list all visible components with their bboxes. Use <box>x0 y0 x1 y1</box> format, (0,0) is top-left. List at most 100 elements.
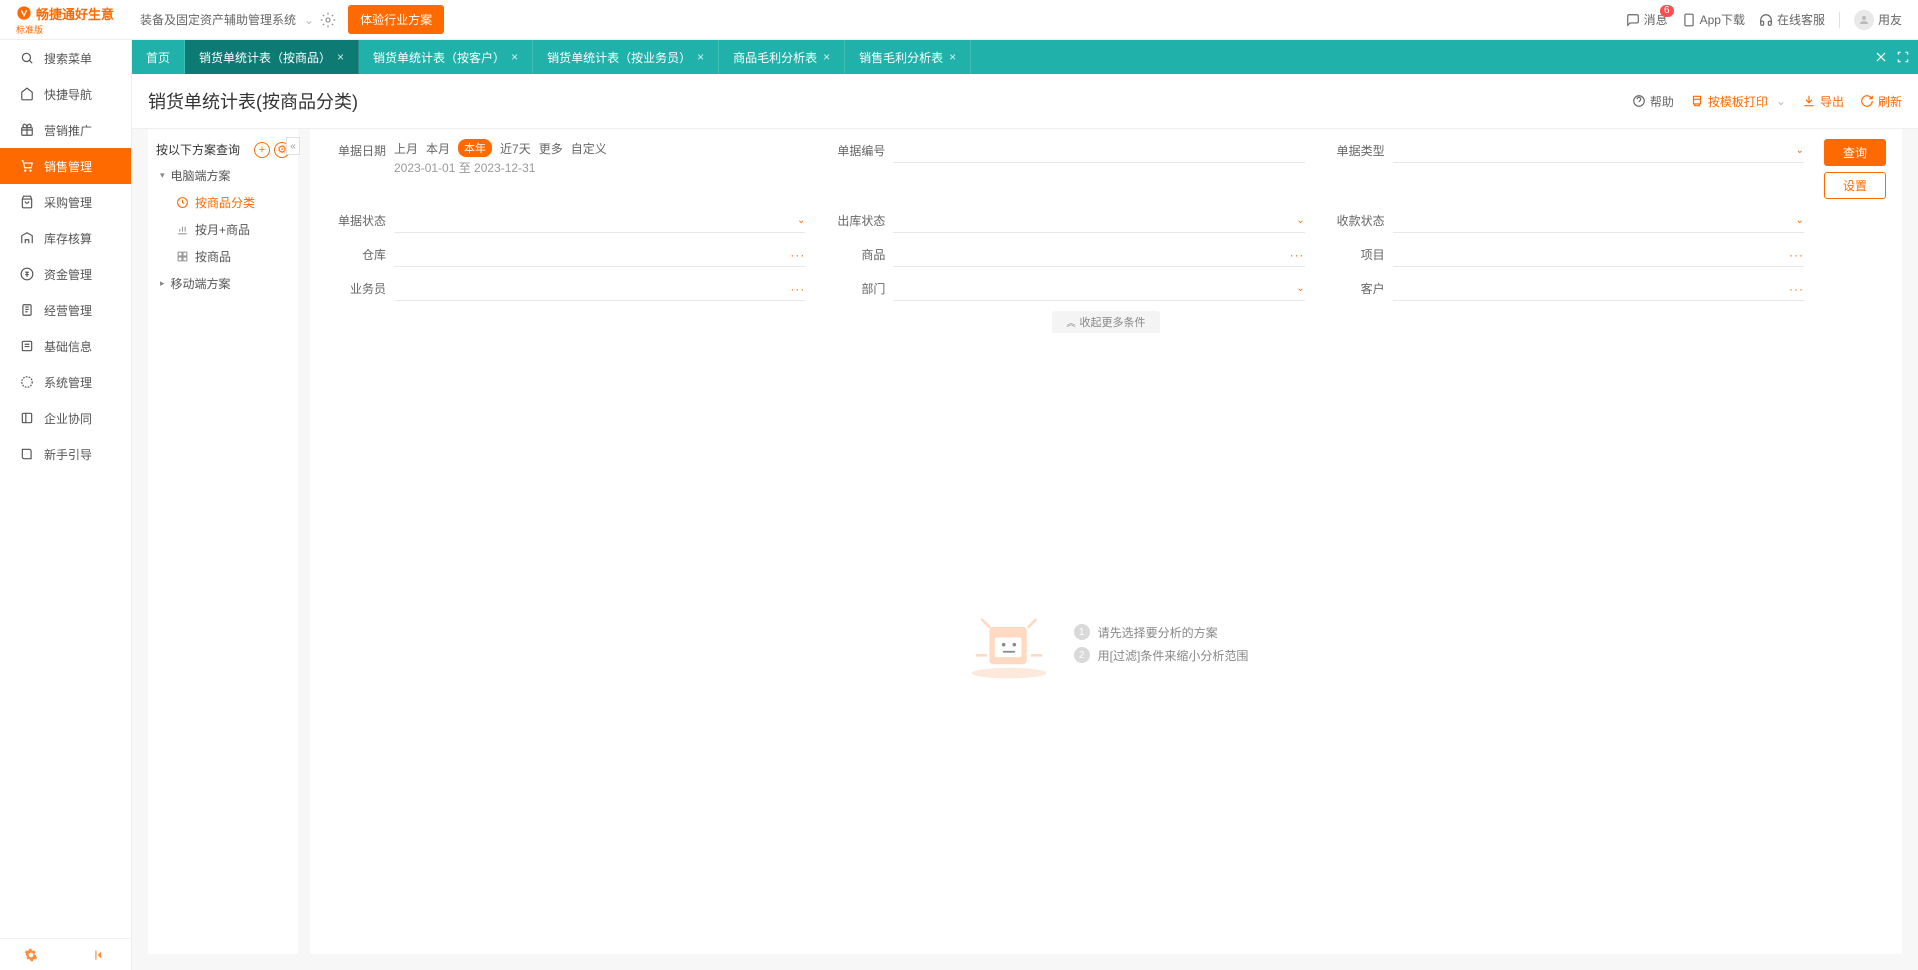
empty-illustration-icon <box>964 602 1054 685</box>
close-icon[interactable]: × <box>697 50 704 64</box>
sidebar-item-funds[interactable]: 资金管理 <box>0 256 131 292</box>
chevron-down-icon: ⌄ <box>1796 145 1804 156</box>
date-opt-7days[interactable]: 近7天 <box>500 140 531 157</box>
user-menu[interactable]: 用友 <box>1854 10 1902 30</box>
headset-icon <box>1759 13 1773 27</box>
filters: 单据日期 上月 本月 本年 近7天 更多 自定义 20 <box>310 129 1902 333</box>
out-status-select[interactable]: ⌄ <box>893 209 1304 233</box>
money-icon <box>20 267 34 281</box>
topbar: 畅捷通好生意 标准版 装备及固定资产辅助管理系统 ⌄ 体验行业方案 消息 6 A… <box>0 0 1918 40</box>
collapse-sidebar-icon[interactable] <box>93 948 107 962</box>
date-opt-this-year[interactable]: 本年 <box>458 139 492 157</box>
doc-no-input[interactable] <box>893 139 1304 163</box>
bag-icon <box>20 195 34 209</box>
message-icon <box>1626 13 1640 27</box>
date-opt-custom[interactable]: 自定义 <box>571 140 607 157</box>
tab-sales-stats-product[interactable]: 销货单统计表（按商品）× <box>185 40 359 74</box>
tree-item-by-product[interactable]: 按商品 <box>148 243 298 270</box>
chevron-down-icon: ⌄ <box>1296 283 1304 294</box>
sidebar-item-inventory[interactable]: 库存核算 <box>0 220 131 256</box>
messages-link[interactable]: 消息 6 <box>1626 11 1668 28</box>
sidebar-item-system[interactable]: 系统管理 <box>0 364 131 400</box>
collapse-panel-button[interactable]: « <box>286 137 300 155</box>
doc-type-select[interactable]: ⌄ <box>1393 139 1804 163</box>
date-opt-this-month[interactable]: 本月 <box>426 140 450 157</box>
experience-industry-button[interactable]: 体验行业方案 <box>348 5 444 34</box>
clipboard-icon <box>20 303 34 317</box>
messages-badge: 6 <box>1660 5 1674 17</box>
tree-item-by-month-product[interactable]: 按月+商品 <box>148 216 298 243</box>
filter-label-product: 商品 <box>825 243 885 263</box>
chevron-up-icon: ︽ <box>1066 316 1075 329</box>
export-icon <box>1802 94 1816 108</box>
clock-icon <box>176 196 189 209</box>
sidebar-item-operations[interactable]: 经营管理 <box>0 292 131 328</box>
brand-name: 畅捷通好生意 <box>36 4 114 23</box>
close-icon[interactable]: × <box>823 50 830 64</box>
filter-label-doctype: 单据类型 <box>1325 139 1385 159</box>
sidebar-item-enterprise[interactable]: 企业协同 <box>0 400 131 436</box>
app-download-link[interactable]: App下载 <box>1682 11 1745 28</box>
phone-icon <box>1682 13 1696 27</box>
settings-button[interactable]: 设置 <box>1824 172 1886 199</box>
collapse-filters-button[interactable]: ︽ 收起更多条件 <box>1052 311 1159 333</box>
tab-product-profit[interactable]: 商品毛利分析表× <box>719 40 845 74</box>
sidebar-item-sales[interactable]: 销售管理 <box>0 148 131 184</box>
tree-group-pc[interactable]: ▾电脑端方案 <box>148 162 298 189</box>
sidebar-item-search-menu[interactable]: 搜索菜单 <box>0 40 131 76</box>
close-icon[interactable]: × <box>511 50 518 64</box>
project-picker[interactable]: ··· <box>1393 243 1804 267</box>
empty-step-1: 请先选择要分析的方案 <box>1098 624 1218 641</box>
system-select[interactable]: 装备及固定资产辅助管理系统 ⌄ <box>140 11 314 28</box>
help-link[interactable]: 帮助 <box>1632 93 1674 110</box>
close-all-icon[interactable] <box>1874 50 1888 64</box>
tab-sales-profit[interactable]: 销售毛利分析表× <box>845 40 971 74</box>
gear-icon <box>20 375 34 389</box>
logo-area: 畅捷通好生意 标准版 <box>16 4 132 36</box>
filter-label-project: 项目 <box>1325 243 1385 263</box>
sidebar-item-guide[interactable]: 新手引导 <box>0 436 131 472</box>
chart-icon <box>176 223 189 236</box>
chevron-down-icon: ⌄ <box>1296 215 1304 226</box>
warehouse-picker[interactable]: ··· <box>394 243 805 267</box>
sidebar-item-basic-info[interactable]: 基础信息 <box>0 328 131 364</box>
query-button[interactable]: 查询 <box>1824 139 1886 166</box>
scheme-panel: 按以下方案查询 + ⚙ « ▾电脑端方案 按商品分类 按月+商品 按商品 ▸移动… <box>148 129 298 954</box>
recv-status-select[interactable]: ⌄ <box>1393 209 1804 233</box>
close-icon[interactable]: × <box>949 50 956 64</box>
add-scheme-button[interactable]: + <box>254 142 270 158</box>
date-opt-last-month[interactable]: 上月 <box>394 140 418 157</box>
scheme-title: 按以下方案查询 <box>156 141 240 158</box>
sidebar-item-marketing[interactable]: 营销推广 <box>0 112 131 148</box>
tab-sales-stats-customer[interactable]: 销货单统计表（按客户）× <box>359 40 533 74</box>
customer-picker[interactable]: ··· <box>1393 277 1804 301</box>
department-select[interactable]: ⌄ <box>893 277 1304 301</box>
tree-item-by-product-category[interactable]: 按商品分类 <box>148 189 298 216</box>
close-icon[interactable]: × <box>337 50 344 64</box>
more-icon: ··· <box>1290 248 1305 262</box>
fullscreen-icon[interactable] <box>1896 50 1910 64</box>
gift-icon <box>20 123 34 137</box>
date-opt-more[interactable]: 更多 <box>539 140 563 157</box>
product-picker[interactable]: ··· <box>893 243 1304 267</box>
online-service-link[interactable]: 在线客服 <box>1759 11 1825 28</box>
salesperson-picker[interactable]: ··· <box>394 277 805 301</box>
print-link[interactable]: 按模板打印⌄ <box>1690 93 1786 110</box>
cart-icon <box>20 159 34 173</box>
tab-sales-stats-salesperson[interactable]: 销货单统计表（按业务员）× <box>533 40 719 74</box>
warehouse-icon <box>20 231 34 245</box>
sidebar: 搜索菜单 快捷导航 营销推广 销售管理 采购管理 库存核算 资金管理 经营管理 … <box>0 40 132 970</box>
gear-icon[interactable] <box>320 12 336 28</box>
sidebar-item-quick-nav[interactable]: 快捷导航 <box>0 76 131 112</box>
chevron-down-icon: ⌄ <box>797 215 805 226</box>
gear-icon[interactable] <box>24 948 38 962</box>
sidebar-item-purchase[interactable]: 采购管理 <box>0 184 131 220</box>
tab-home[interactable]: 首页 <box>132 40 185 74</box>
tree-group-mobile[interactable]: ▸移动端方案 <box>148 270 298 297</box>
doc-status-select[interactable]: ⌄ <box>394 209 805 233</box>
filter-label-department: 部门 <box>825 277 885 297</box>
refresh-link[interactable]: 刷新 <box>1860 93 1902 110</box>
export-link[interactable]: 导出 <box>1802 93 1844 110</box>
page-title: 销货单统计表(按商品分类) <box>148 88 358 114</box>
sidebar-footer <box>0 938 131 970</box>
